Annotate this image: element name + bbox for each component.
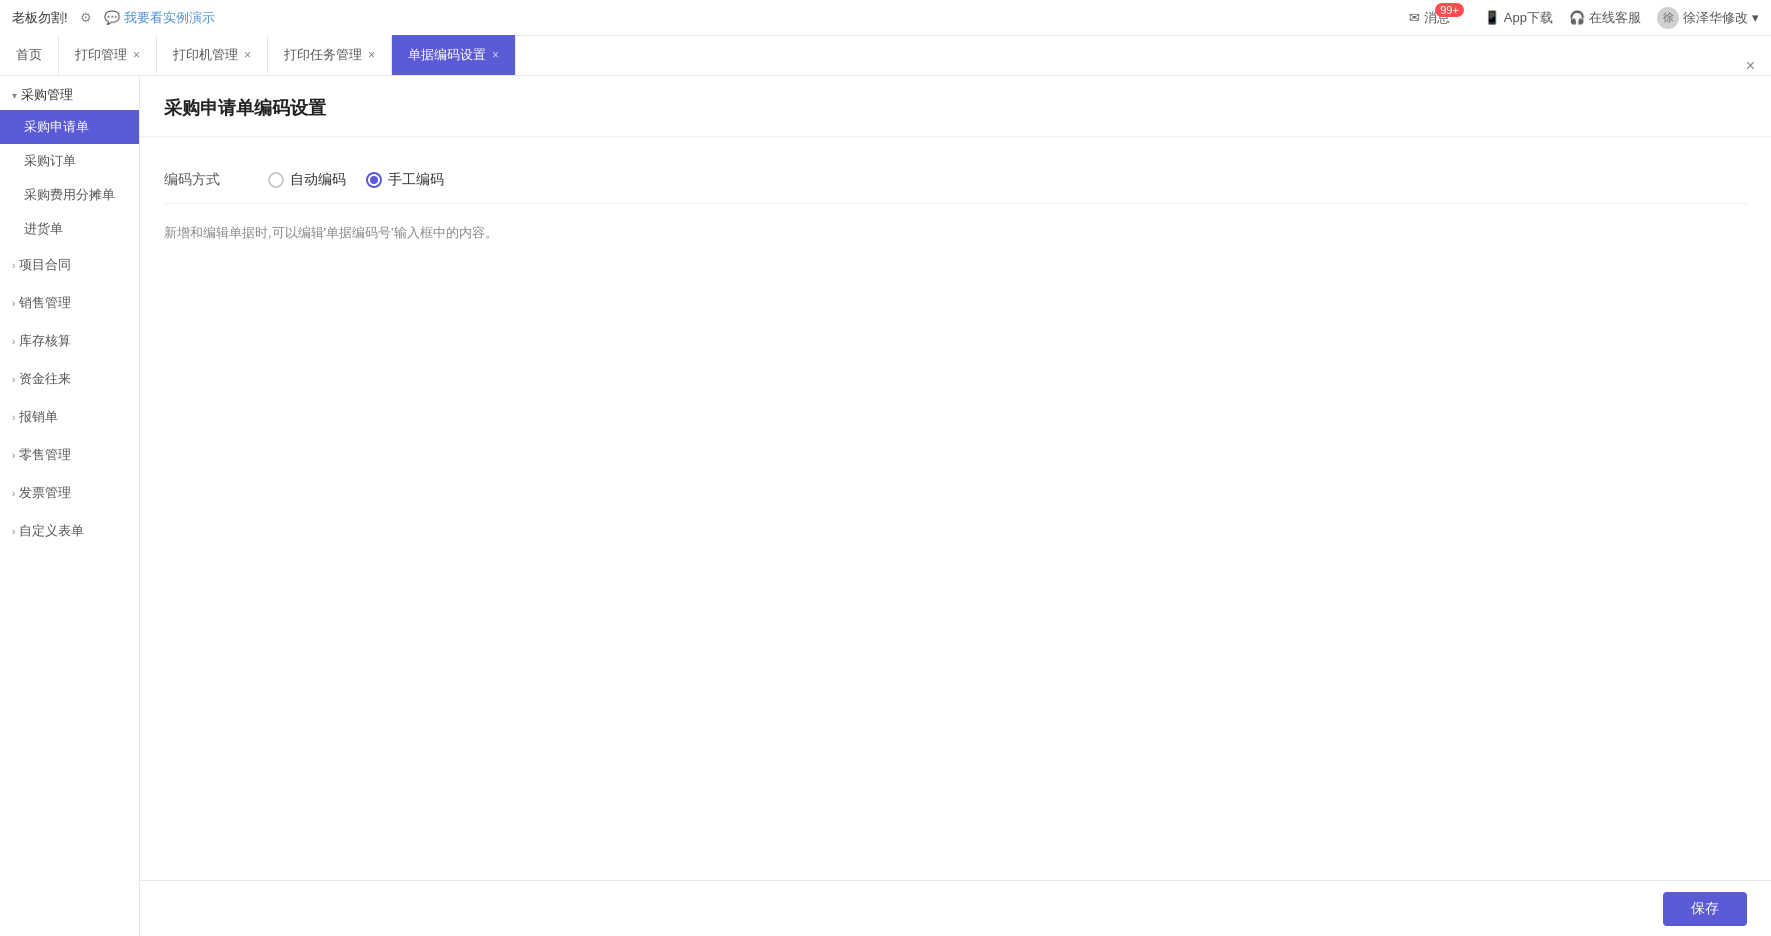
demo-icon: 💬 bbox=[104, 10, 120, 25]
message-badge: 99+ bbox=[1435, 3, 1464, 17]
chevron-right-icon: › bbox=[12, 526, 15, 537]
tab-print-task-close[interactable]: × bbox=[368, 48, 375, 62]
chevron-down-icon: ▾ bbox=[12, 90, 17, 101]
sidebar-group-inventory[interactable]: › 库存核算 bbox=[0, 322, 139, 360]
chevron-down-icon: ▾ bbox=[1752, 10, 1759, 25]
sidebar-group-custom-form[interactable]: › 自定义表单 bbox=[0, 512, 139, 550]
sidebar-group-retail[interactable]: › 零售管理 bbox=[0, 436, 139, 474]
radio-auto-circle bbox=[268, 172, 284, 188]
chevron-right-icon: › bbox=[12, 450, 15, 461]
service-icon: 🎧 bbox=[1569, 10, 1585, 25]
app-download-button[interactable]: 📱 App下载 bbox=[1484, 9, 1553, 27]
tab-print-mgmt-close[interactable]: × bbox=[133, 48, 140, 62]
chevron-right-icon: › bbox=[12, 488, 15, 499]
tab-bar: 首页 打印管理 × 打印机管理 × 打印任务管理 × 单据编码设置 × × bbox=[0, 36, 1771, 76]
user-menu[interactable]: 徐 徐泽华修改 ▾ bbox=[1657, 7, 1759, 29]
tab-bill-code-label: 单据编码设置 bbox=[408, 46, 486, 64]
encoding-section: 编码方式 自动编码 手工编码 bbox=[164, 157, 1747, 204]
tab-home[interactable]: 首页 bbox=[0, 35, 59, 75]
tab-print-mgmt-label: 打印管理 bbox=[75, 46, 127, 64]
message-icon: ✉ bbox=[1409, 10, 1420, 25]
tab-home-label: 首页 bbox=[16, 46, 42, 64]
sidebar-item-purchase-expense[interactable]: 采购费用分摊单 bbox=[0, 178, 139, 212]
radio-manual-code[interactable]: 手工编码 bbox=[366, 171, 444, 189]
settings-icon[interactable]: ⚙ bbox=[80, 10, 92, 25]
chevron-right-icon: › bbox=[12, 412, 15, 423]
top-bar: 老板勿割! ⚙ 💬 我要看实例演示 ✉ 消息 99+ 📱 App下载 🎧 在线客… bbox=[0, 0, 1771, 36]
sidebar-group-sales[interactable]: › 销售管理 bbox=[0, 284, 139, 322]
chevron-right-icon: › bbox=[12, 336, 15, 347]
message-button[interactable]: ✉ 消息 99+ bbox=[1409, 9, 1450, 27]
tab-bill-code[interactable]: 单据编码设置 × bbox=[392, 35, 516, 75]
content-body: 编码方式 自动编码 手工编码 新增和编辑单据时,可以编辑'单据编码号'输入框中的… bbox=[140, 137, 1771, 880]
sidebar-group-purchase: ▾ 采购管理 采购申请单 采购订单 采购费用分摊单 进货单 bbox=[0, 76, 139, 246]
avatar: 徐 bbox=[1657, 7, 1679, 29]
tab-print-mgmt[interactable]: 打印管理 × bbox=[59, 35, 157, 75]
tab-print-task[interactable]: 打印任务管理 × bbox=[268, 35, 392, 75]
radio-manual-label: 手工编码 bbox=[388, 171, 444, 189]
chevron-right-icon: › bbox=[12, 374, 15, 385]
tab-bar-close[interactable]: × bbox=[1730, 57, 1771, 75]
save-button[interactable]: 保存 bbox=[1663, 892, 1747, 926]
main-layout: ▾ 采购管理 采购申请单 采购订单 采购费用分摊单 进货单 › 项目合同 › 销… bbox=[0, 76, 1771, 936]
top-bar-right: ✉ 消息 99+ 📱 App下载 🎧 在线客服 徐 徐泽华修改 ▾ bbox=[1409, 7, 1759, 29]
sidebar-group-purchase-title[interactable]: ▾ 采购管理 bbox=[0, 76, 139, 110]
sidebar-item-purchase-request[interactable]: 采购申请单 bbox=[0, 110, 139, 144]
tab-printer-mgmt[interactable]: 打印机管理 × bbox=[157, 35, 268, 75]
sidebar-group-invoice[interactable]: › 发票管理 bbox=[0, 474, 139, 512]
radio-auto-label: 自动编码 bbox=[290, 171, 346, 189]
encoding-label: 编码方式 bbox=[164, 171, 244, 189]
tab-printer-mgmt-close[interactable]: × bbox=[244, 48, 251, 62]
content-area: 采购申请单编码设置 编码方式 自动编码 手工编码 新增和编辑单据时,可以编辑'单… bbox=[140, 76, 1771, 936]
top-bar-left: 老板勿割! ⚙ 💬 我要看实例演示 bbox=[12, 9, 215, 27]
tab-printer-mgmt-label: 打印机管理 bbox=[173, 46, 238, 64]
sidebar-item-purchase-order[interactable]: 采购订单 bbox=[0, 144, 139, 178]
online-service-button[interactable]: 🎧 在线客服 bbox=[1569, 9, 1641, 27]
encoding-radio-group: 自动编码 手工编码 bbox=[268, 171, 444, 189]
demo-link[interactable]: 💬 我要看实例演示 bbox=[104, 9, 215, 27]
radio-manual-circle bbox=[366, 172, 382, 188]
hint-text: 新增和编辑单据时,可以编辑'单据编码号'输入框中的内容。 bbox=[164, 224, 1747, 242]
page-title: 采购申请单编码设置 bbox=[140, 76, 1771, 137]
tab-bill-code-close[interactable]: × bbox=[492, 48, 499, 62]
sidebar-item-purchase-in[interactable]: 进货单 bbox=[0, 212, 139, 246]
content-footer: 保存 bbox=[140, 880, 1771, 936]
tab-print-task-label: 打印任务管理 bbox=[284, 46, 362, 64]
logo: 老板勿割! bbox=[12, 9, 68, 27]
app-icon: 📱 bbox=[1484, 10, 1500, 25]
sidebar: ▾ 采购管理 采购申请单 采购订单 采购费用分摊单 进货单 › 项目合同 › 销… bbox=[0, 76, 140, 936]
chevron-right-icon: › bbox=[12, 260, 15, 271]
radio-auto-code[interactable]: 自动编码 bbox=[268, 171, 346, 189]
sidebar-group-returns[interactable]: › 报销单 bbox=[0, 398, 139, 436]
chevron-right-icon: › bbox=[12, 298, 15, 309]
sidebar-group-finance[interactable]: › 资金往来 bbox=[0, 360, 139, 398]
sidebar-group-project[interactable]: › 项目合同 bbox=[0, 246, 139, 284]
